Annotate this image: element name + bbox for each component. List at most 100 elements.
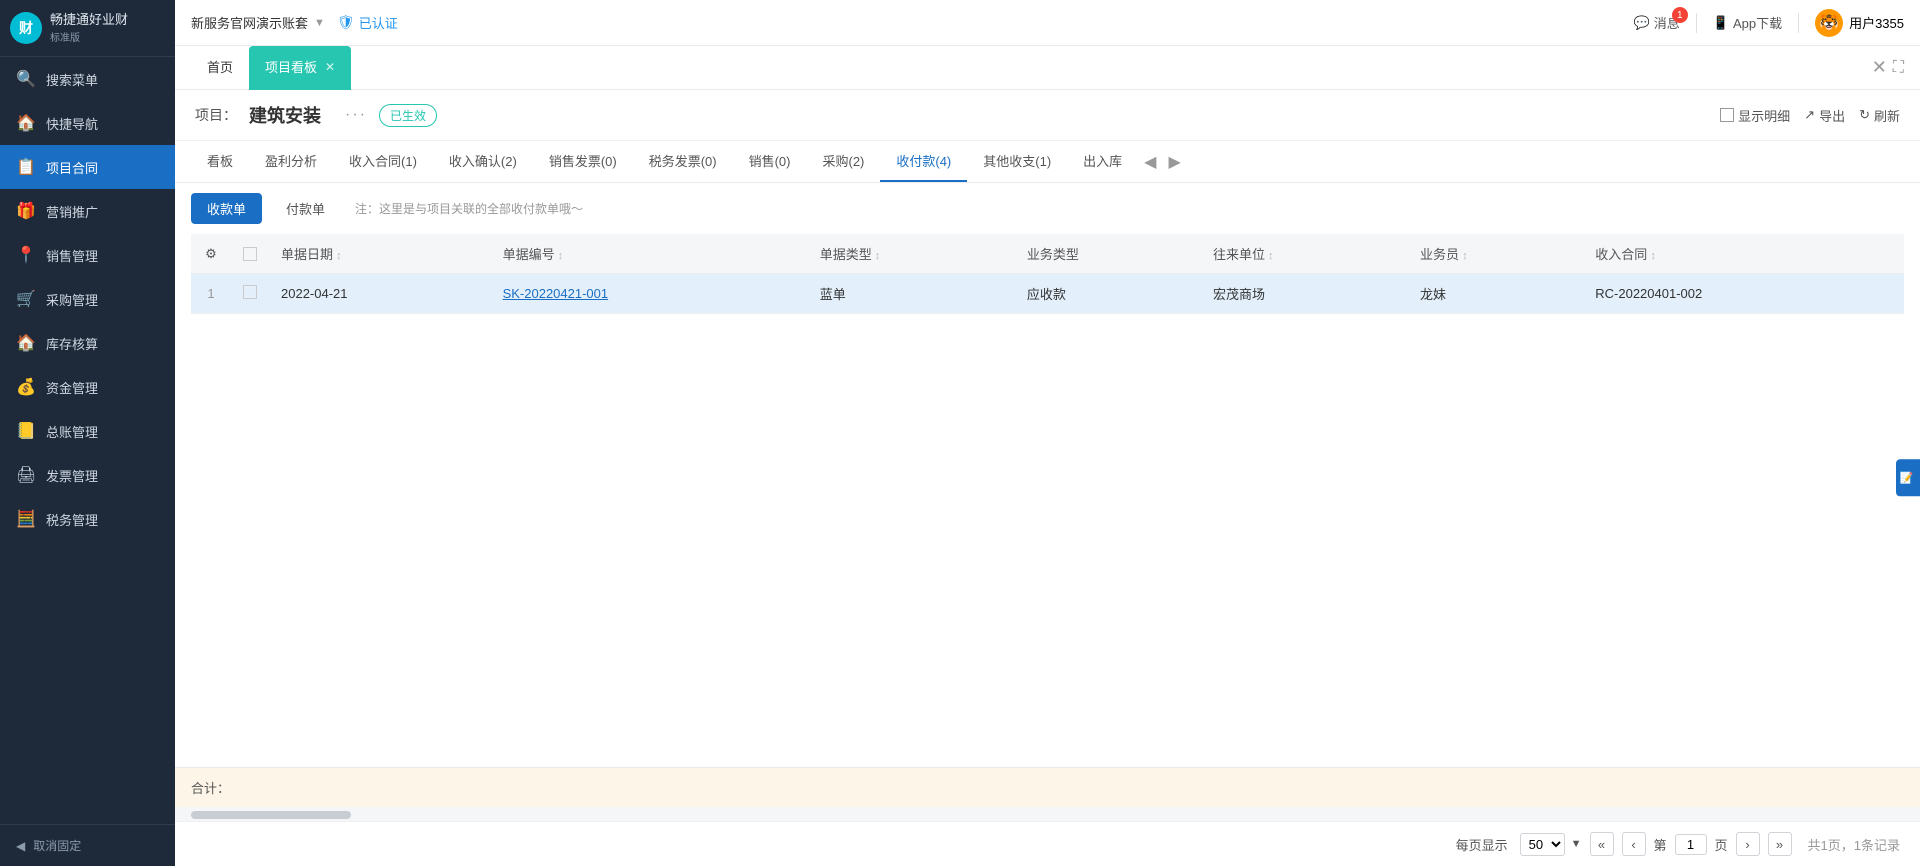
right-panel-tab[interactable]: 📝 bbox=[1896, 459, 1920, 496]
sidebar-item-invoice[interactable]: 🖨 发票管理 bbox=[0, 453, 175, 497]
prev-page-button[interactable]: ‹ bbox=[1622, 832, 1646, 856]
per-page-select[interactable]: 50 bbox=[1520, 833, 1565, 856]
sidebar-item-label: 资金管理 bbox=[46, 378, 98, 397]
right-panel-icon: 📝 bbox=[1900, 471, 1912, 484]
sidebar-item-funds[interactable]: 💰 资金管理 bbox=[0, 365, 175, 409]
row-index: 1 bbox=[191, 274, 231, 314]
module-tab-sales[interactable]: 销售(0) bbox=[733, 141, 807, 182]
last-page-button[interactable]: » bbox=[1768, 832, 1792, 856]
header-divider-2 bbox=[1798, 13, 1799, 33]
avatar: 🐯 bbox=[1815, 9, 1843, 37]
project-label: 项目： bbox=[195, 105, 237, 125]
account-selector[interactable]: 新服务官网演示账套 ▼ bbox=[191, 13, 325, 32]
tab-prev-arrow[interactable]: ◀ bbox=[1138, 152, 1162, 172]
sub-tabs: 收款单 付款单 注：这里是与项目关联的全部收付款单哦～ bbox=[175, 183, 1920, 234]
content-area: 项目： 建筑安装 ··· 已生效 显示明细 ↗ 导出 ↻ 刷新 bbox=[175, 90, 1920, 866]
tab-next-arrow[interactable]: ▶ bbox=[1162, 152, 1186, 172]
page-number-input[interactable] bbox=[1675, 834, 1707, 855]
module-tab-tax-invoice[interactable]: 税务发票(0) bbox=[633, 141, 733, 182]
cell-date: 2022-04-21 bbox=[269, 274, 491, 314]
unpin-label: 取消固定 bbox=[33, 837, 81, 854]
tab-home[interactable]: 首页 bbox=[191, 46, 249, 90]
column-salesman[interactable]: 业务员 bbox=[1408, 234, 1583, 274]
module-tab-income-contract[interactable]: 收入合同(1) bbox=[333, 141, 433, 182]
search-icon: 🔍 bbox=[16, 69, 36, 89]
module-tab-payment[interactable]: 收付款(4) bbox=[880, 141, 967, 182]
phone-icon: 📱 bbox=[1713, 15, 1729, 31]
column-check bbox=[231, 234, 269, 274]
more-dots[interactable]: ··· bbox=[345, 106, 367, 124]
maximize-icon[interactable]: ⛶ bbox=[1893, 59, 1904, 77]
pagination: 每页显示 50 ▼ « ‹ 第 页 › » 共1页，1条记录 bbox=[175, 821, 1920, 866]
sidebar-item-quick-nav[interactable]: 🏠 快捷导航 bbox=[0, 101, 175, 145]
show-detail-checkbox[interactable]: 显示明细 bbox=[1720, 106, 1790, 125]
sidebar-item-inventory[interactable]: 🏠 库存核算 bbox=[0, 321, 175, 365]
column-date[interactable]: 单据日期 bbox=[269, 234, 491, 274]
document-link[interactable]: SK-20220421-001 bbox=[503, 286, 609, 301]
module-tab-purchase[interactable]: 采购(2) bbox=[806, 141, 880, 182]
sidebar-item-label: 库存核算 bbox=[46, 334, 98, 353]
scrollbar-thumb[interactable] bbox=[191, 811, 351, 819]
app-download-button[interactable]: 📱 App下载 bbox=[1713, 13, 1782, 32]
next-page-button[interactable]: › bbox=[1736, 832, 1760, 856]
sidebar-logo: 财 畅捷通好业财 标准版 bbox=[0, 0, 175, 57]
module-tab-stock[interactable]: 出入库 bbox=[1067, 141, 1138, 182]
sidebar-item-ledger[interactable]: 📒 总账管理 bbox=[0, 409, 175, 453]
module-tab-profit[interactable]: 盈利分析 bbox=[249, 141, 333, 182]
sidebar-item-label: 营销推广 bbox=[46, 202, 98, 221]
row-checkbox[interactable] bbox=[231, 274, 269, 314]
sidebar-item-label: 项目合同 bbox=[46, 158, 98, 177]
sidebar-item-label: 总账管理 bbox=[46, 422, 98, 441]
sub-tab-receipt[interactable]: 收款单 bbox=[191, 193, 262, 224]
column-gear[interactable]: ⚙ bbox=[191, 234, 231, 274]
close-icon[interactable]: ✕ bbox=[325, 60, 335, 74]
header-right: 💬 消息 1 📱 App下载 🐯 用户3355 bbox=[1634, 9, 1904, 37]
checkbox-icon[interactable] bbox=[1720, 108, 1734, 122]
app-logo-icon: 财 bbox=[10, 12, 42, 44]
data-table: ⚙ 单据日期 单据编号 单据类型 业务类型 往来单位 业务员 收入合同 bbox=[191, 234, 1904, 314]
module-tab-sales-invoice[interactable]: 销售发票(0) bbox=[533, 141, 633, 182]
sidebar-item-sales-mgmt[interactable]: 📍 销售管理 bbox=[0, 233, 175, 277]
module-tab-income-confirm[interactable]: 收入确认(2) bbox=[433, 141, 533, 182]
sidebar-nav: 🔍 搜索菜单 🏠 快捷导航 📋 项目合同 🎁 营销推广 📍 销售管理 🛒 采购管… bbox=[0, 57, 175, 824]
close-window-icon[interactable]: ✕ bbox=[1872, 57, 1887, 78]
sidebar-item-purchase-mgmt[interactable]: 🛒 采购管理 bbox=[0, 277, 175, 321]
sub-tab-payment[interactable]: 付款单 bbox=[270, 193, 341, 224]
export-icon: ↗ bbox=[1804, 107, 1815, 123]
row-check-icon[interactable] bbox=[243, 285, 257, 299]
horizontal-scrollbar[interactable] bbox=[175, 807, 1920, 821]
unpin-button[interactable]: ◀ 取消固定 bbox=[0, 824, 175, 866]
export-button[interactable]: ↗ 导出 bbox=[1804, 106, 1845, 125]
cell-salesman: 龙妹 bbox=[1408, 274, 1583, 314]
cell-partner: 宏茂商场 bbox=[1201, 274, 1408, 314]
sidebar-item-search[interactable]: 🔍 搜索菜单 bbox=[0, 57, 175, 101]
column-doc-type[interactable]: 单据类型 bbox=[808, 234, 1015, 274]
project-header: 项目： 建筑安装 ··· 已生效 显示明细 ↗ 导出 ↻ 刷新 bbox=[175, 90, 1920, 141]
column-partner[interactable]: 往来单位 bbox=[1201, 234, 1408, 274]
select-all-checkbox[interactable] bbox=[243, 247, 257, 261]
module-tab-kanban[interactable]: 看板 bbox=[191, 141, 249, 182]
tab-project-board-label: 项目看板 bbox=[265, 57, 317, 76]
invoice-icon: 🖨 bbox=[16, 465, 36, 485]
first-page-button[interactable]: « bbox=[1590, 832, 1614, 856]
tax-icon: 🧮 bbox=[16, 509, 36, 529]
refresh-button[interactable]: ↻ 刷新 bbox=[1859, 106, 1900, 125]
column-number[interactable]: 单据编号 bbox=[491, 234, 808, 274]
user-info[interactable]: 🐯 用户3355 bbox=[1815, 9, 1904, 37]
sidebar-item-project-contract[interactable]: 📋 项目合同 bbox=[0, 145, 175, 189]
sidebar-item-label: 快捷导航 bbox=[46, 114, 98, 133]
chevron-down-icon: ▼ bbox=[1571, 838, 1582, 850]
message-button[interactable]: 💬 消息 1 bbox=[1634, 13, 1680, 32]
tab-project-board[interactable]: 项目看板 ✕ bbox=[249, 46, 351, 90]
table-footer: 合计： bbox=[175, 767, 1920, 807]
module-tab-other-expense[interactable]: 其他收支(1) bbox=[967, 141, 1067, 182]
sidebar-item-label: 搜索菜单 bbox=[46, 70, 98, 89]
cell-number[interactable]: SK-20220421-001 bbox=[491, 274, 808, 314]
sidebar-item-tax[interactable]: 🧮 税务管理 bbox=[0, 497, 175, 541]
total-label: 合计： bbox=[191, 781, 230, 796]
cell-doc-type: 蓝单 bbox=[808, 274, 1015, 314]
sidebar-item-marketing[interactable]: 🎁 营销推广 bbox=[0, 189, 175, 233]
status-badge: 已生效 bbox=[379, 104, 437, 127]
app-download-label: App下载 bbox=[1733, 13, 1782, 32]
column-income-contract[interactable]: 收入合同 bbox=[1583, 234, 1904, 274]
